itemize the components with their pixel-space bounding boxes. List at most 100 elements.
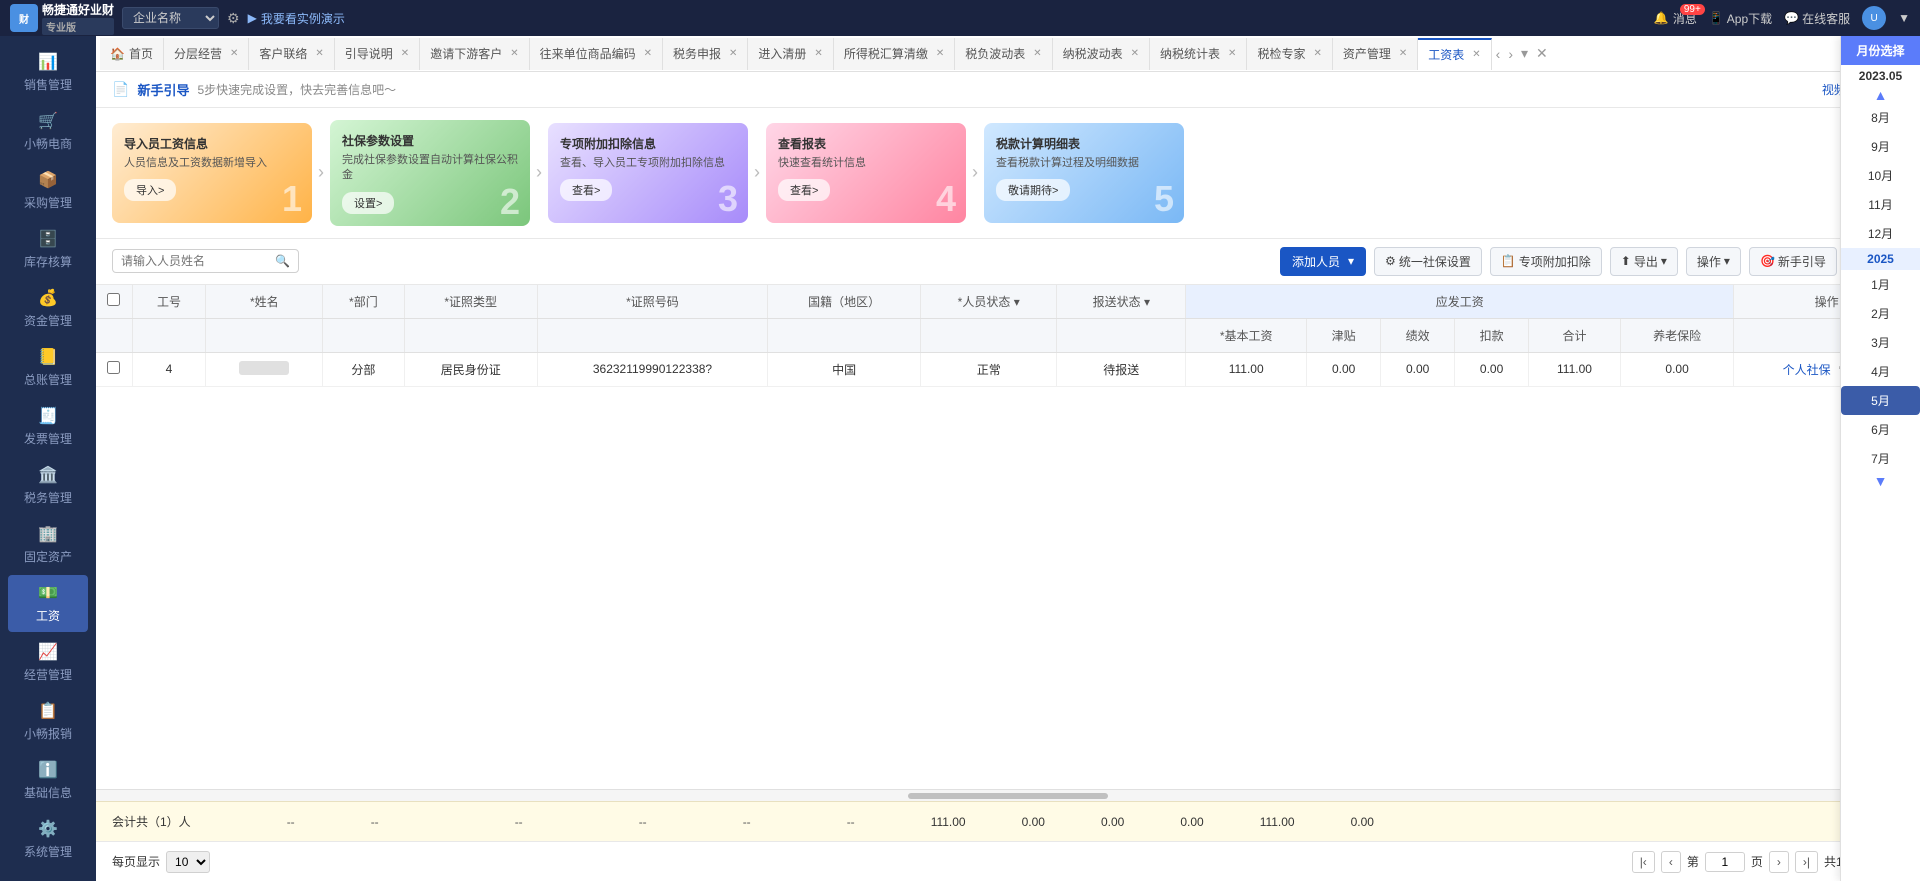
sidebar-item-operations[interactable]: 📈 经营管理 xyxy=(8,634,88,691)
month-4[interactable]: 4月 xyxy=(1841,357,1920,386)
tab-close-crm[interactable]: ✕ xyxy=(315,48,323,59)
tab-guide-info[interactable]: 引导说明 ✕ xyxy=(335,38,420,70)
tab-close-product-code[interactable]: ✕ xyxy=(644,48,652,59)
avatar[interactable]: U xyxy=(1862,6,1886,30)
tab-nav-right[interactable]: › xyxy=(1504,46,1517,62)
operations-btn[interactable]: 操作 ▾ xyxy=(1686,247,1741,276)
search-input[interactable] xyxy=(121,254,271,268)
newbie-guide-btn[interactable]: 🎯 新手引导 xyxy=(1749,247,1837,276)
tab-layered[interactable]: 分层经营 ✕ xyxy=(164,38,249,70)
tab-income-tax[interactable]: 所得税汇算清缴 ✕ xyxy=(834,38,955,70)
tab-clearance[interactable]: 进入清册 ✕ xyxy=(748,38,833,70)
tab-close-income-tax[interactable]: ✕ xyxy=(936,48,944,59)
month-8[interactable]: 8月 xyxy=(1841,103,1920,132)
tab-close-tax-report[interactable]: ✕ xyxy=(729,48,737,59)
tab-close-tax-fluctuation[interactable]: ✕ xyxy=(1131,48,1139,59)
step-5-btn[interactable]: 敬请期待> xyxy=(996,179,1070,201)
special-deduction-btn[interactable]: 📋 专项附加扣除 xyxy=(1490,247,1602,276)
sidebar-item-purchase[interactable]: 📦 采购管理 xyxy=(8,162,88,219)
tab-invite[interactable]: 邀请下游客户 ✕ xyxy=(420,38,529,70)
tab-close-layered[interactable]: ✕ xyxy=(230,48,238,59)
tab-home[interactable]: 🏠 首页 xyxy=(100,38,164,70)
sidebar-item-invoice[interactable]: 🧾 发票管理 xyxy=(8,398,88,455)
month-7[interactable]: 7月 xyxy=(1841,444,1920,473)
user-menu-btn[interactable]: ▼ xyxy=(1898,11,1910,25)
sidebar-item-finance[interactable]: 💰 资金管理 xyxy=(8,280,88,337)
tab-close-tax-stats[interactable]: ✕ xyxy=(1228,48,1236,59)
tab-close-tax-expert[interactable]: ✕ xyxy=(1313,48,1321,59)
tab-close-invite[interactable]: ✕ xyxy=(510,48,518,59)
notification-btn[interactable]: 🔔 消息 99+ xyxy=(1654,10,1697,27)
tab-close-tax-burden[interactable]: ✕ xyxy=(1033,48,1041,59)
settings-icon[interactable]: ⚙ xyxy=(227,10,240,27)
sidebar-item-ledger[interactable]: 📒 总账管理 xyxy=(8,339,88,396)
prev-page-btn[interactable]: ‹ xyxy=(1661,851,1681,873)
tab-nav-down[interactable]: ▾ xyxy=(1517,45,1532,62)
sidebar-item-reimbursement[interactable]: 📋 小畅报销 xyxy=(8,693,88,750)
app-download-btn[interactable]: 📱 App下载 xyxy=(1709,10,1772,27)
unified-social-insurance-btn[interactable]: ⚙ 统一社保设置 xyxy=(1374,247,1482,276)
tab-close-clearance[interactable]: ✕ xyxy=(814,48,822,59)
tab-nav-left[interactable]: ‹ xyxy=(1492,46,1505,62)
month-panel-down-btn[interactable]: ▼ xyxy=(1870,473,1892,489)
next-page-btn[interactable]: › xyxy=(1769,851,1789,873)
month-2[interactable]: 2月 xyxy=(1841,299,1920,328)
export-btn[interactable]: ⬆ 导出 ▾ xyxy=(1610,247,1678,276)
step-4-btn[interactable]: 查看> xyxy=(778,179,830,201)
tab-tax-report[interactable]: 税务申报 ✕ xyxy=(663,38,748,70)
row-checkbox-cell xyxy=(96,352,132,386)
add-person-btn[interactable]: 添加人员 ▾ xyxy=(1280,247,1366,276)
sidebar-item-payroll[interactable]: 💵 工资 xyxy=(8,575,88,632)
row-checkbox[interactable] xyxy=(107,361,120,374)
month-1[interactable]: 1月 xyxy=(1841,270,1920,299)
month-3[interactable]: 3月 xyxy=(1841,328,1920,357)
month-10[interactable]: 10月 xyxy=(1841,161,1920,190)
sidebar-item-system[interactable]: ⚙️ 系统管理 xyxy=(8,811,88,868)
page-input[interactable] xyxy=(1705,852,1745,872)
sidebar-item-basics[interactable]: ℹ️ 基础信息 xyxy=(8,752,88,809)
tab-tax-expert[interactable]: 税检专家 ✕ xyxy=(1247,38,1332,70)
first-page-btn[interactable]: |‹ xyxy=(1632,851,1655,873)
tab-close-payroll[interactable]: ✕ xyxy=(1472,49,1480,60)
tab-asset-mgmt[interactable]: 资产管理 ✕ xyxy=(1333,38,1418,70)
month-12[interactable]: 12月 xyxy=(1841,219,1920,248)
per-page-select[interactable]: 10 20 50 xyxy=(166,851,210,873)
step-3-btn[interactable]: 查看> xyxy=(560,179,612,201)
sidebar-item-inventory[interactable]: 🗄️ 库存核算 xyxy=(8,221,88,278)
tab-close-all[interactable]: ✕ xyxy=(1532,45,1552,62)
tab-close-guide-info[interactable]: ✕ xyxy=(401,48,409,59)
month-9[interactable]: 9月 xyxy=(1841,132,1920,161)
scroll-thumb[interactable] xyxy=(908,793,1108,799)
step-arrow-1: › xyxy=(312,162,330,183)
personal-insurance-link[interactable]: 个人社保 xyxy=(1783,363,1831,377)
search-icon[interactable]: 🔍 xyxy=(275,254,290,268)
tab-tax-stats[interactable]: 纳税统计表 ✕ xyxy=(1150,38,1247,70)
company-select[interactable]: 企业名称 xyxy=(122,7,219,29)
sidebar-item-sales[interactable]: 📊 销售管理 xyxy=(8,44,88,101)
month-11[interactable]: 11月 xyxy=(1841,190,1920,219)
sidebar-item-ecommerce[interactable]: 🛒 小畅电商 xyxy=(8,103,88,160)
tab-tax-fluctuation[interactable]: 纳税波动表 ✕ xyxy=(1053,38,1150,70)
person-status-filter-icon[interactable]: ▾ xyxy=(1014,295,1020,309)
horizontal-scrollbar[interactable] xyxy=(96,789,1920,801)
select-all-checkbox[interactable] xyxy=(107,293,120,306)
tab-payroll-table[interactable]: 工资表 ✕ xyxy=(1418,38,1491,70)
sidebar-item-tax[interactable]: 🏛️ 税务管理 xyxy=(8,457,88,514)
month-6[interactable]: 6月 xyxy=(1841,415,1920,444)
footer-deduction-total: 0.00 xyxy=(1180,815,1203,829)
month-5-active[interactable]: 5月 xyxy=(1841,386,1920,415)
sidebar-item-collab[interactable]: 🤝 企业协同 xyxy=(8,870,88,881)
submit-status-filter-icon[interactable]: ▾ xyxy=(1144,295,1150,309)
month-panel-up-btn[interactable]: ▲ xyxy=(1870,87,1892,103)
tab-product-code[interactable]: 往来单位商品编码 ✕ xyxy=(530,38,663,70)
month-panel-year[interactable]: 2023.05 xyxy=(1841,65,1920,87)
tab-crm[interactable]: 客户联络 ✕ xyxy=(249,38,334,70)
sidebar-item-assets[interactable]: 🏢 固定资产 xyxy=(8,516,88,573)
tab-close-asset-mgmt[interactable]: ✕ xyxy=(1399,48,1407,59)
last-page-btn[interactable]: ›| xyxy=(1795,851,1818,873)
demo-link[interactable]: ▶ 我要看实例演示 xyxy=(248,10,345,27)
online-service-btn[interactable]: 💬 在线客服 xyxy=(1784,10,1850,27)
tab-tax-burden[interactable]: 税负波动表 ✕ xyxy=(955,38,1052,70)
step-1-btn[interactable]: 导入> xyxy=(124,179,176,201)
step-2-btn[interactable]: 设置> xyxy=(342,192,394,214)
